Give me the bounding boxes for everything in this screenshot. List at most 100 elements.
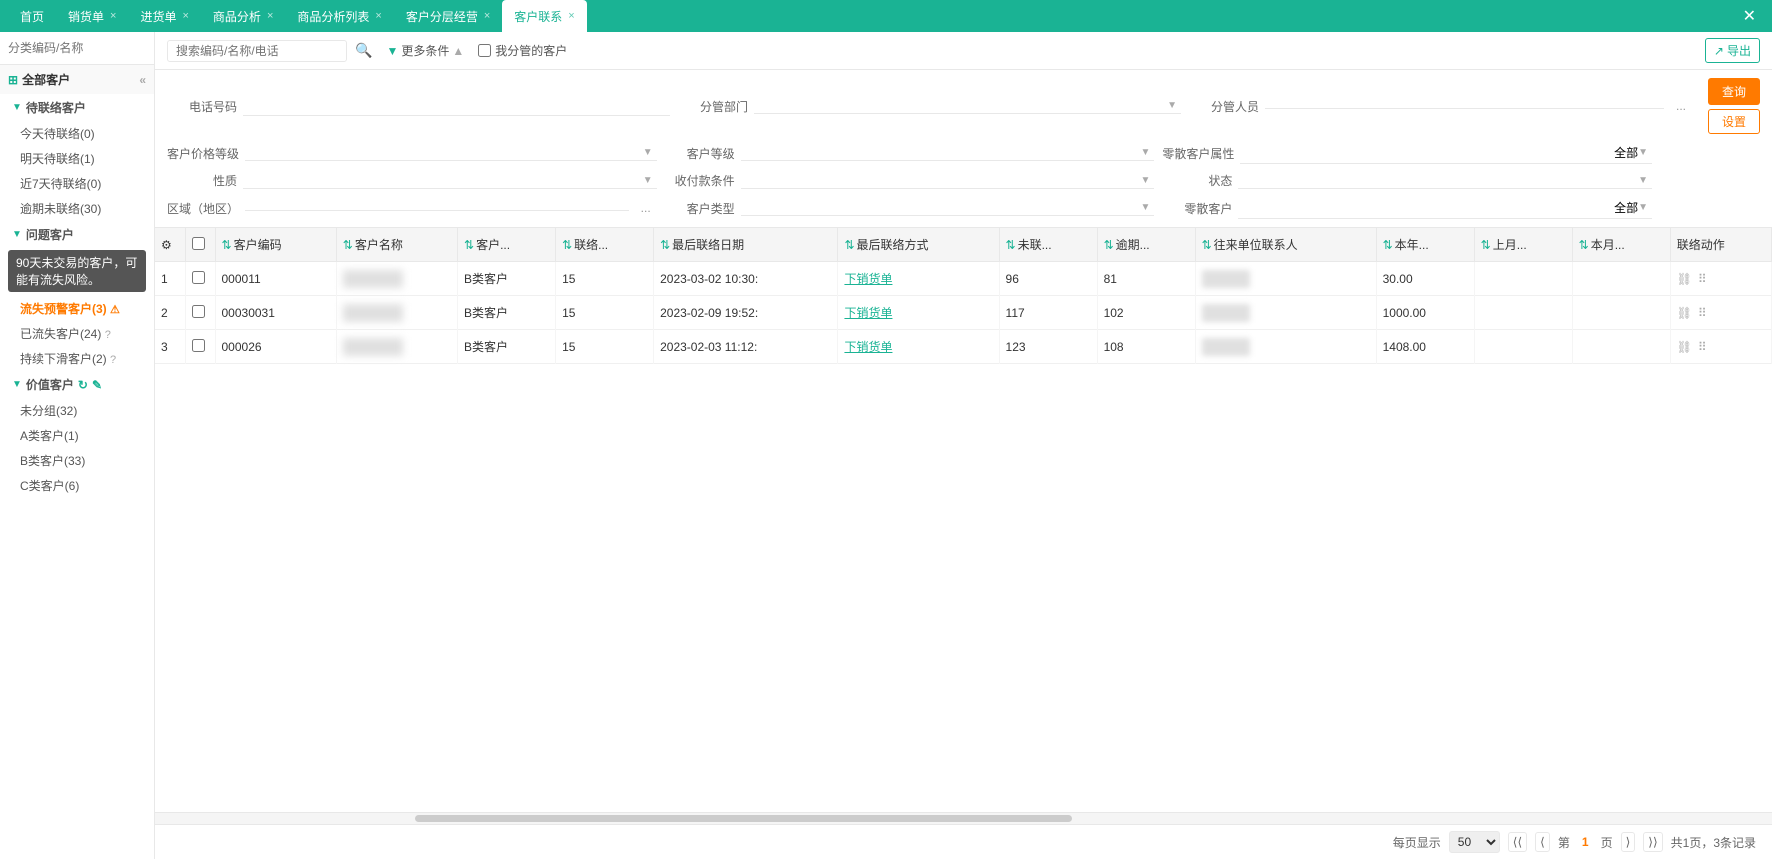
sidebar-item-churn-warning[interactable]: 流失预警客户(3) ⚠ bbox=[0, 296, 154, 321]
region-select[interactable] bbox=[245, 206, 629, 211]
row-overdue: 102 bbox=[1097, 296, 1195, 330]
row-last-method[interactable]: 下销货单 bbox=[838, 296, 999, 330]
refresh-icon[interactable]: ↻ bbox=[78, 378, 88, 392]
sidebar-collapse-btn[interactable]: « bbox=[139, 73, 146, 87]
scrollbar-thumb[interactable] bbox=[415, 815, 1072, 822]
my-customers-checkbox[interactable]: 我分管的客户 bbox=[478, 42, 567, 59]
row-this-year: 1000.00 bbox=[1376, 296, 1474, 330]
sidebar-item-class-c[interactable]: C类客户(6) bbox=[0, 473, 154, 498]
row-last-method[interactable]: 下销货单 bbox=[838, 262, 999, 296]
tab-product-list-close[interactable]: × bbox=[375, 10, 381, 22]
per-page-select[interactable]: 50 100 200 bbox=[1449, 831, 1500, 853]
sidebar-item-declining[interactable]: 持续下滑客户(2) ? bbox=[0, 346, 154, 371]
col-settings[interactable]: ⚙ bbox=[155, 228, 185, 262]
col-this-month[interactable]: ⇅本月... bbox=[1572, 228, 1670, 262]
main-search-input[interactable] bbox=[167, 40, 347, 62]
row-select-checkbox[interactable] bbox=[192, 339, 205, 352]
row-name bbox=[336, 262, 457, 296]
col-customer-type[interactable]: ⇅客户... bbox=[458, 228, 556, 262]
row-actions[interactable]: ⛓ ⠿ bbox=[1670, 296, 1771, 330]
next-page-btn[interactable]: ⟩ bbox=[1621, 832, 1636, 852]
status-select[interactable]: ▼ bbox=[1238, 173, 1652, 189]
casual-customer-select[interactable]: 全部 ▼ bbox=[1238, 197, 1652, 219]
row-last-method[interactable]: 下销货单 bbox=[838, 330, 999, 364]
col-last-month[interactable]: ⇅上月... bbox=[1474, 228, 1572, 262]
prev-page-btn[interactable]: ⟨ bbox=[1535, 832, 1550, 852]
action-more-icon[interactable]: ⠿ bbox=[1698, 340, 1707, 354]
tab-customer-tier[interactable]: 客户分层经营 × bbox=[394, 0, 502, 32]
sidebar-group-problem[interactable]: ▼ 问题客户 bbox=[0, 221, 154, 248]
customer-type-select[interactable]: ▼ bbox=[741, 200, 1155, 216]
col-overdue[interactable]: ⇅逾期... bbox=[1097, 228, 1195, 262]
tab-customer-contact-close[interactable]: × bbox=[568, 10, 574, 22]
sidebar-item-today[interactable]: 今天待联络(0) bbox=[0, 121, 154, 146]
tab-product-analysis[interactable]: 商品分析 × bbox=[201, 0, 285, 32]
row-checkbox[interactable] bbox=[185, 330, 215, 364]
last-page-btn[interactable]: ⟩⟩ bbox=[1643, 832, 1662, 852]
my-customers-check[interactable] bbox=[478, 44, 491, 57]
settings-button[interactable]: 设置 bbox=[1708, 109, 1760, 134]
col-uncontacted[interactable]: ⇅未联... bbox=[999, 228, 1097, 262]
customer-level-select[interactable]: ▼ bbox=[741, 145, 1155, 161]
sidebar-item-overdue[interactable]: 逾期未联络(30) bbox=[0, 196, 154, 221]
row-checkbox[interactable] bbox=[185, 296, 215, 330]
tab-purchase-close[interactable]: × bbox=[182, 10, 188, 22]
person-select[interactable] bbox=[1265, 104, 1664, 109]
sidebar-search-input[interactable] bbox=[8, 41, 155, 55]
nature-select[interactable]: ▼ bbox=[243, 173, 657, 189]
casual-attr-select[interactable]: 全部 ▼ bbox=[1240, 142, 1652, 164]
row-actions[interactable]: ⛓ ⠿ bbox=[1670, 262, 1771, 296]
action-link-icon[interactable]: ⛓ bbox=[1677, 340, 1692, 354]
row-actions[interactable]: ⛓ ⠿ bbox=[1670, 330, 1771, 364]
sidebar-item-class-b[interactable]: B类客户(33) bbox=[0, 448, 154, 473]
action-link-icon[interactable]: ⛓ bbox=[1677, 306, 1692, 320]
window-close-button[interactable]: ✕ bbox=[1735, 6, 1764, 26]
payment-select[interactable]: ▼ bbox=[741, 173, 1155, 189]
data-table-container: ⚙ ⇅客户编码 ⇅客户名称 ⇅客户... ⇅联络... ⇅最后联络日期 ⇅最后联… bbox=[155, 228, 1772, 812]
sidebar-item-class-a[interactable]: A类客户(1) bbox=[0, 423, 154, 448]
first-page-btn[interactable]: ⟨⟨ bbox=[1508, 832, 1527, 852]
sidebar-item-7days[interactable]: 近7天待联络(0) bbox=[0, 171, 154, 196]
main-search-icon[interactable]: 🔍 bbox=[355, 42, 372, 59]
triangle-icon-2: ▼ bbox=[12, 229, 22, 240]
more-conditions-btn[interactable]: ▼ 更多条件 ▲ bbox=[380, 39, 470, 62]
price-level-select[interactable]: ▼ bbox=[245, 145, 657, 161]
horizontal-scrollbar[interactable] bbox=[155, 812, 1772, 824]
tab-sales-close[interactable]: × bbox=[110, 10, 116, 22]
tab-product-list[interactable]: 商品分析列表 × bbox=[285, 0, 393, 32]
tab-home[interactable]: 首页 bbox=[8, 0, 56, 32]
col-linked-contact[interactable]: ⇅往来单位联系人 bbox=[1195, 228, 1376, 262]
tab-sales[interactable]: 销货单 × bbox=[56, 0, 128, 32]
col-customer-name[interactable]: ⇅客户名称 bbox=[336, 228, 457, 262]
action-link-icon[interactable]: ⛓ bbox=[1677, 272, 1692, 286]
sidebar-item-unclassified[interactable]: 未分组(32) bbox=[0, 398, 154, 423]
sidebar-group-value[interactable]: ▼ 价值客户 ↻ ✎ bbox=[0, 371, 154, 398]
tab-purchase[interactable]: 进货单 × bbox=[128, 0, 200, 32]
col-last-method[interactable]: ⇅最后联络方式 bbox=[838, 228, 999, 262]
sidebar-item-tomorrow[interactable]: 明天待联络(1) bbox=[0, 146, 154, 171]
action-more-icon[interactable]: ⠿ bbox=[1698, 272, 1707, 286]
dept-select[interactable]: ▼ bbox=[754, 98, 1181, 114]
tab-product-analysis-close[interactable]: × bbox=[267, 10, 273, 22]
col-last-date[interactable]: ⇅最后联络日期 bbox=[654, 228, 838, 262]
tab-customer-contact[interactable]: 客户联系 × bbox=[502, 0, 586, 32]
col-this-year[interactable]: ⇅本年... bbox=[1376, 228, 1474, 262]
select-all-checkbox[interactable] bbox=[192, 237, 205, 250]
region-ellipsis[interactable]: ... bbox=[635, 199, 657, 217]
phone-input[interactable] bbox=[243, 97, 670, 116]
query-button[interactable]: 查询 bbox=[1708, 78, 1760, 105]
tab-customer-tier-close[interactable]: × bbox=[484, 10, 490, 22]
sidebar-group-waiting[interactable]: ▼ 待联络客户 bbox=[0, 94, 154, 121]
row-checkbox[interactable] bbox=[185, 262, 215, 296]
row-select-checkbox[interactable] bbox=[192, 271, 205, 284]
person-ellipsis[interactable]: ... bbox=[1670, 97, 1692, 115]
sidebar-item-churned[interactable]: 已流失客户(24) ? bbox=[0, 321, 154, 346]
action-more-icon[interactable]: ⠿ bbox=[1698, 306, 1707, 320]
col-checkbox[interactable] bbox=[185, 228, 215, 262]
export-button[interactable]: ↗ 导出 bbox=[1705, 38, 1760, 63]
row-type: B类客户 bbox=[458, 296, 556, 330]
edit-icon[interactable]: ✎ bbox=[92, 378, 102, 392]
col-contact-count[interactable]: ⇅联络... bbox=[556, 228, 654, 262]
row-select-checkbox[interactable] bbox=[192, 305, 205, 318]
col-customer-code[interactable]: ⇅客户编码 bbox=[215, 228, 336, 262]
